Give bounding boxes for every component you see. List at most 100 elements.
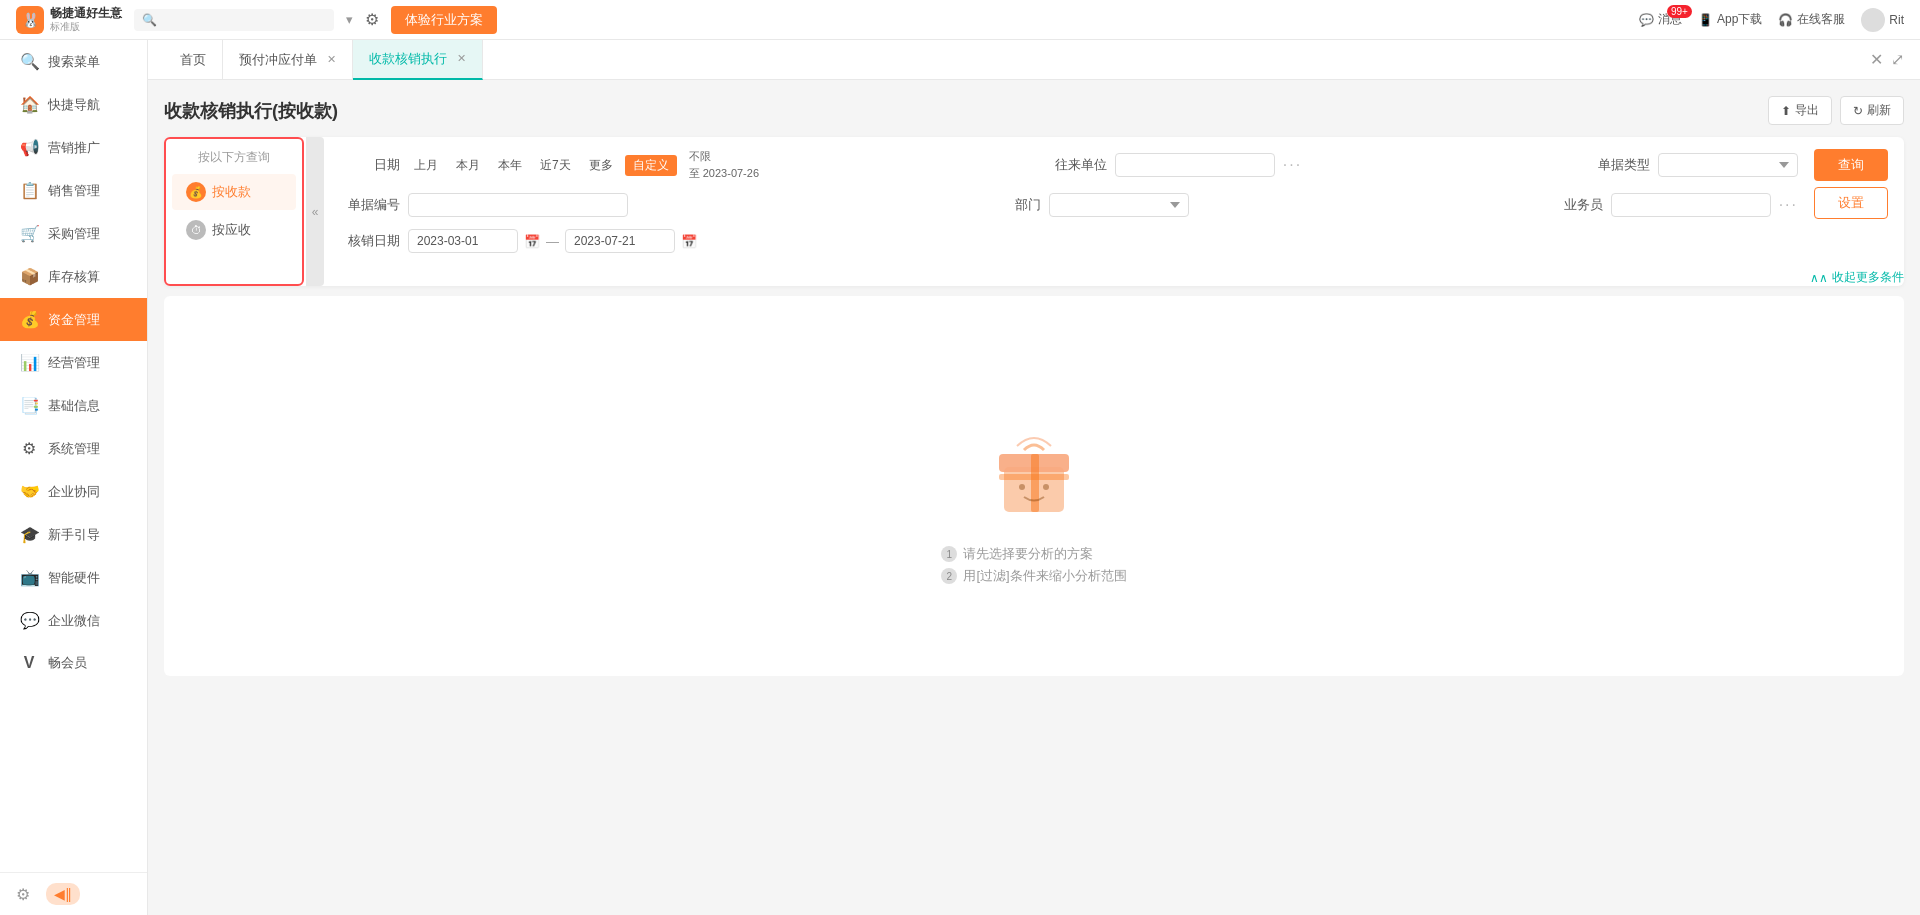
sidebar-item-sales[interactable]: 📋 销售管理 [0,169,147,212]
nav-icon: 🏠 [20,95,38,114]
sidebar-label-sales: 销售管理 [48,182,100,200]
empty-illustration [974,407,1094,527]
doc-no-input[interactable] [408,193,628,217]
sidebar-label-marketing: 营销推广 [48,139,100,157]
filter-option-by-receivable[interactable]: ⏱ 按应收 [172,212,296,248]
verify-date-end-cal-icon[interactable]: 📅 [681,234,697,249]
verify-date-end-input[interactable] [565,229,675,253]
top-bar-right: 💬 消息 99+ 📱 App下载 🎧 在线客服 Rit [1639,8,1904,32]
sidebar-item-operations[interactable]: 📊 经营管理 [0,341,147,384]
svg-point-4 [1019,484,1025,490]
sidebar-item-wechat[interactable]: 💬 企业微信 [0,599,147,642]
filter-date-row: 日期 上月 本月 本年 近7天 更多 自定义 [340,149,1798,181]
sidebar-label-purchase: 采购管理 [48,225,100,243]
main-content: 首页 预付冲应付单 ✕ 收款核销执行 ✕ ✕ ⤢ 收款核销执行(按收款) [148,40,1920,915]
collapse-more-label: 收起更多条件 [1832,269,1904,286]
user-profile[interactable]: Rit [1861,8,1904,32]
svg-point-5 [1043,484,1049,490]
sidebar-label-inventory: 库存核算 [48,268,100,286]
query-btn[interactable]: 查询 [1814,149,1888,181]
search-bar: 🔍 [134,9,334,31]
empty-text: 1 请先选择要分析的方案 2 用[过滤]条件来缩小分析范围 [941,545,1126,585]
page-area: 收款核销执行(按收款) ⬆ 导出 ↻ 刷新 按以下方查 [148,80,1920,915]
user-avatar [1861,8,1885,32]
verify-date-start-input[interactable] [408,229,518,253]
counterparty-input[interactable] [1115,153,1275,177]
sidebar-label-system: 系统管理 [48,440,100,458]
filter-option-by-receipt[interactable]: 💰 按收款 [172,174,296,210]
settings-btn[interactable]: 设置 [1814,187,1888,219]
tab-close-all-btn[interactable]: ✕ [1870,50,1883,69]
solution-btn[interactable]: 体验行业方案 [391,6,497,34]
counterparty-label: 往来单位 [1047,156,1107,174]
staff-dots-icon[interactable]: ··· [1779,196,1798,214]
sidebar-item-guide[interactable]: 🎓 新手引导 [0,513,147,556]
chevron-down-icon[interactable]: ▾ [346,12,353,27]
empty-step-2: 2 用[过滤]条件来缩小分析范围 [941,567,1126,585]
verify-date-start-cal-icon[interactable]: 📅 [524,234,540,249]
sidebar-item-purchase[interactable]: 🛒 采购管理 [0,212,147,255]
sidebar-item-nav[interactable]: 🏠 快捷导航 [0,83,147,126]
date-last-month-btn[interactable]: 上月 [408,155,444,176]
sidebar-item-hardware[interactable]: 📺 智能硬件 [0,556,147,599]
verify-date-label: 核销日期 [340,232,400,250]
user-name: Rit [1889,13,1904,27]
sidebar-item-inventory[interactable]: 📦 库存核算 [0,255,147,298]
sidebar-item-finance[interactable]: 💰 资金管理 [0,298,147,341]
refresh-btn[interactable]: ↻ 刷新 [1840,96,1904,125]
verify-date-input-group: 📅 — 📅 [408,229,697,253]
date-7days-btn[interactable]: 近7天 [534,155,577,176]
sidebar-collapse-btn[interactable]: ◀‖ [46,883,80,905]
settings-bottom-icon[interactable]: ⚙ [16,885,30,904]
filter-sidebar-title: 按以下方查询 [166,149,302,166]
tab-prepay[interactable]: 预付冲应付单 ✕ [223,40,353,80]
date-this-month-btn[interactable]: 本月 [450,155,486,176]
collapse-more-btn[interactable]: ∧∧ 收起更多条件 [1810,269,1904,286]
receivable-option-icon: ⏱ [186,220,206,240]
sidebar-item-marketing[interactable]: 📢 营销推广 [0,126,147,169]
refresh-icon: ↻ [1853,104,1863,118]
online-service-btn[interactable]: 🎧 在线客服 [1778,11,1845,28]
message-btn[interactable]: 💬 消息 99+ [1639,11,1682,28]
staff-label: 业务员 [1543,196,1603,214]
guide-icon: 🎓 [20,525,38,544]
counterparty-dots-icon[interactable]: ··· [1283,156,1302,174]
sidebar-item-system[interactable]: ⚙ 系统管理 [0,427,147,470]
date-custom-btn[interactable]: 自定义 [625,155,677,176]
step-1-num: 1 [941,546,957,562]
sidebar-item-basic-info[interactable]: 📑 基础信息 [0,384,147,427]
tab-receipt[interactable]: 收款核销执行 ✕ [353,40,483,80]
date-label: 日期 [340,156,400,174]
app-download-btn[interactable]: 📱 App下载 [1698,11,1762,28]
export-btn[interactable]: ⬆ 导出 [1768,96,1832,125]
gear-icon[interactable]: ⚙ [365,10,379,29]
sales-icon: 📋 [20,181,38,200]
staff-input[interactable] [1611,193,1771,217]
empty-state-area: 1 请先选择要分析的方案 2 用[过滤]条件来缩小分析范围 [164,296,1904,676]
date-this-year-btn[interactable]: 本年 [492,155,528,176]
vip-icon: V [20,654,38,672]
counterparty-field: 往来单位 ··· [1047,153,1302,177]
filter-content-area: 按以下方查询 💰 按收款 ⏱ 按应收 « [164,137,1904,286]
chevron-up-icon: ∧∧ [1810,271,1828,285]
collab-icon: 🤝 [20,482,38,501]
date-more-btn[interactable]: 更多 [583,155,619,176]
tab-bar-actions: ✕ ⤢ [1870,50,1904,69]
svg-rect-2 [1031,454,1039,512]
verify-date-row: 核销日期 📅 — 📅 [340,229,1798,265]
tab-home[interactable]: 首页 [164,40,223,80]
date-nolimit-label: 不限 [689,149,759,164]
tab-prepay-close[interactable]: ✕ [327,53,336,66]
dept-select[interactable] [1049,193,1189,217]
svg-rect-3 [999,474,1069,480]
sidebar-item-collab[interactable]: 🤝 企业协同 [0,470,147,513]
tab-maximize-btn[interactable]: ⤢ [1891,50,1904,69]
sidebar-item-vip[interactable]: V 畅会员 [0,642,147,684]
doc-type-select[interactable] [1658,153,1798,177]
sidebar-item-search[interactable]: 🔍 搜索菜单 [0,40,147,83]
tab-receipt-close[interactable]: ✕ [457,52,466,65]
receipt-option-icon: 💰 [186,182,206,202]
receivable-option-label: 按应收 [212,221,251,239]
filter-collapse-btn[interactable]: « [306,137,324,286]
refresh-label: 刷新 [1867,102,1891,119]
